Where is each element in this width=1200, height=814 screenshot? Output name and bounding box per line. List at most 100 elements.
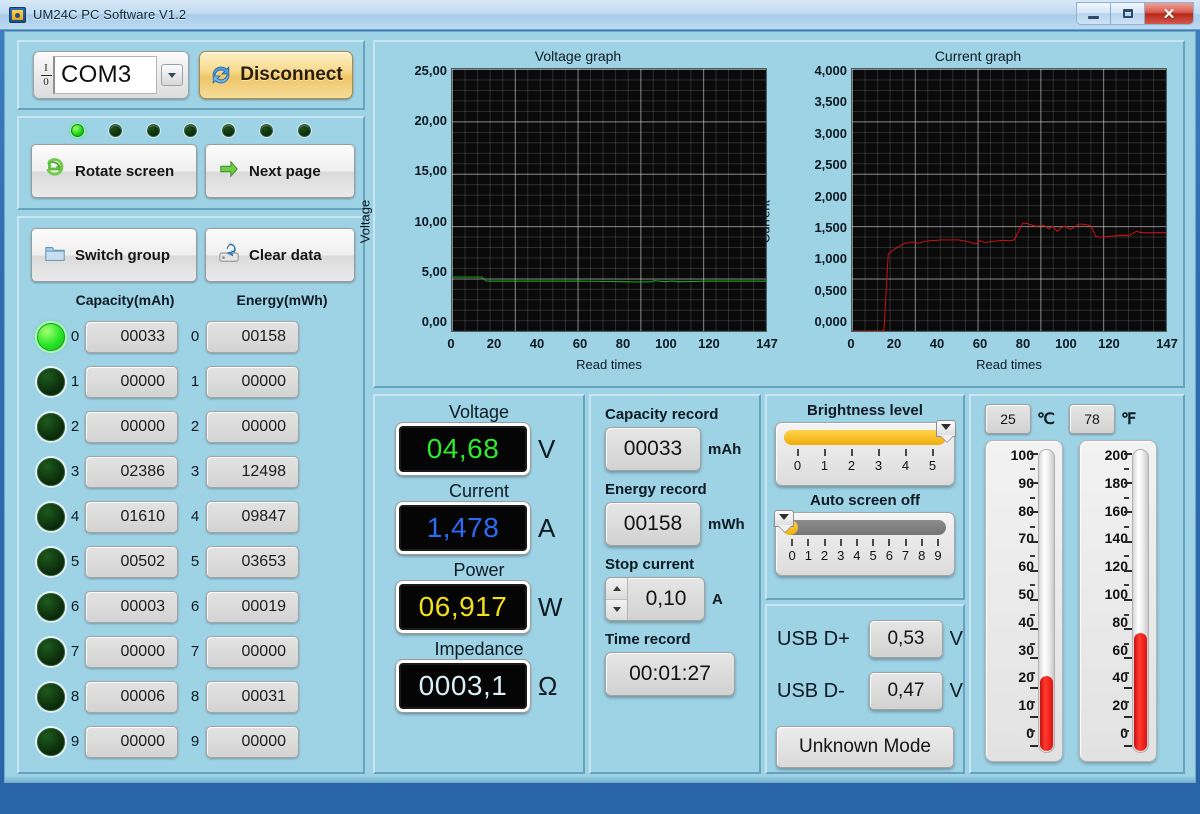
fahrenheit-unit: ℉: [1121, 411, 1137, 428]
slider-tick: 2: [838, 449, 865, 475]
capacity-value: 00000: [85, 725, 178, 758]
energy-index: 7: [190, 643, 200, 660]
brightness-title: Brightness level: [807, 402, 923, 419]
x-tick-label: 80: [1015, 336, 1031, 351]
close-button[interactable]: ✕: [1145, 3, 1193, 24]
usb-dplus-label: USB D+: [777, 627, 850, 650]
slider-tick: 8: [914, 539, 930, 565]
current-label: Current: [448, 481, 510, 501]
brightness-slider[interactable]: 012345: [775, 420, 956, 486]
thermometer-tick-label: 120: [1104, 558, 1128, 575]
caret-up-icon: [612, 585, 621, 591]
group-led-3: [37, 457, 65, 486]
brightness-knob[interactable]: [936, 420, 956, 437]
y-tick-label: 2,000: [814, 188, 847, 204]
stepper-down-button[interactable]: [606, 599, 627, 620]
energy-index: 5: [190, 553, 200, 570]
voltage-plot-area: [451, 68, 767, 332]
minimize-button[interactable]: [1077, 3, 1111, 24]
x-tick-label: 120: [698, 336, 720, 351]
table-row: 5 00502 5 03653: [19, 539, 363, 584]
rotate-icon: [44, 158, 66, 184]
meters-panel: Voltage 04,68 V Current 1,478 A Power 06…: [373, 394, 585, 774]
thermometer-tick-label: 60: [1018, 558, 1034, 575]
status-led-4: [222, 124, 236, 137]
graphs-panel: Voltage graph Voltage 25,00 20,00 15,00 10,…: [358, 40, 1185, 388]
capacity-index: 2: [70, 418, 80, 435]
slider-tick: 4: [892, 449, 919, 475]
folder-icon: [44, 242, 66, 268]
group-led-5: [37, 547, 65, 576]
power-readout: 06,917: [396, 581, 530, 633]
capacity-value: 00006: [85, 680, 178, 713]
temperature-panel: 25 ℃ 78 ℉ 100 90 80 70 60 50 40 30 20 10 0 200 180 1…: [969, 394, 1185, 774]
minimize-icon: [1088, 15, 1099, 19]
next-page-button[interactable]: Next page: [205, 144, 355, 198]
thermometer-tick-label: 0: [1026, 724, 1034, 741]
group-led-1: [37, 367, 65, 396]
switch-group-label: Switch group: [75, 246, 170, 264]
energy-value: 00000: [206, 635, 299, 668]
thermometer-tick-label: 50: [1018, 585, 1034, 602]
data-rows: 0 00033 0 00158 1 00000 1 00000 2 00000 2 00000 3 023…: [19, 314, 363, 764]
capacity-index: 7: [70, 643, 80, 660]
x-tick-label: 80: [615, 336, 631, 351]
group-led-9: [37, 727, 65, 756]
celsius-unit: ℃: [1037, 411, 1055, 428]
energy-record-label: Energy record: [605, 481, 707, 498]
brightness-track[interactable]: [784, 420, 956, 445]
autooff-track[interactable]: [774, 510, 946, 535]
energy-index: 6: [190, 598, 200, 615]
voltage-readout: 04,68: [396, 423, 530, 475]
slider-tick: 1: [800, 539, 816, 565]
com-port-select[interactable]: I0 COM3: [33, 51, 189, 99]
energy-value: 00000: [206, 410, 299, 443]
energy-index: 2: [190, 418, 200, 435]
table-row: 0 00033 0 00158: [19, 314, 363, 359]
impedance-label: Impedance: [434, 639, 524, 659]
y-tick-label: 5,00: [421, 263, 447, 279]
thermometer-tick-label: 30: [1018, 641, 1034, 658]
y-tick-label: 3,000: [814, 125, 847, 141]
current-readout: 1,478: [396, 502, 530, 554]
status-led-0: [71, 124, 85, 137]
energy-value: 12498: [206, 455, 299, 488]
stop-current-stepper[interactable]: 0,10: [605, 577, 705, 621]
energy-value: 00000: [206, 365, 299, 398]
plot-svg: [452, 69, 766, 331]
autooff-slider[interactable]: 0123456789: [774, 510, 955, 576]
disconnect-button[interactable]: Disconnect: [199, 51, 353, 99]
slider-tick: 7: [897, 539, 913, 565]
thermometer-tick-label: 160: [1104, 502, 1128, 519]
application-window: UM24C PC Software V1.2 ✕ I0 COM3 Disconn…: [0, 0, 1200, 814]
next-page-label: Next page: [249, 162, 321, 180]
current-y-ticks: 4,000 3,500 3,000 2,500 2,000 1,500 1,000 0,500…: [787, 64, 847, 332]
status-led-6: [297, 124, 311, 137]
stepper-up-button[interactable]: [606, 578, 627, 600]
current-y-axis-label: Current: [757, 199, 773, 244]
clear-data-button[interactable]: Clear data: [205, 228, 355, 282]
chevron-down-icon[interactable]: [161, 64, 183, 86]
current-graph: Current graph Current 4,000 3,500 3,000 2,5…: [758, 46, 1178, 382]
fahrenheit-thermometer: 200 180 160 140 120 100 80 60 40 20 0: [1079, 440, 1157, 762]
thermometer-tick-label: 10: [1018, 697, 1034, 714]
x-tick-label: 40: [929, 336, 945, 351]
slider-tick: 5: [865, 539, 881, 565]
energy-index: 8: [190, 688, 200, 705]
autooff-ticks: 0123456789: [784, 539, 946, 565]
celsius-scale: 100 90 80 70 60 50 40 30 20 10 0: [990, 448, 1034, 745]
y-tick-label: 10,00: [414, 213, 447, 229]
thermometer-tick-label: 140: [1104, 530, 1128, 547]
energy-value: 00031: [206, 680, 299, 713]
celsius-tube: [1038, 449, 1055, 753]
maximize-icon: [1122, 9, 1133, 18]
rotate-screen-button[interactable]: Rotate screen: [31, 144, 197, 198]
maximize-button[interactable]: [1111, 3, 1145, 24]
energy-index: 3: [190, 463, 200, 480]
energy-value: 03653: [206, 545, 299, 578]
autooff-knob[interactable]: [774, 510, 794, 527]
voltage-graph: Voltage graph Voltage 25,00 20,00 15,00 10,…: [358, 46, 778, 382]
switch-group-button[interactable]: Switch group: [31, 228, 197, 282]
thermometer-tick-label: 60: [1112, 641, 1128, 658]
slider-tick: 1: [811, 449, 838, 475]
